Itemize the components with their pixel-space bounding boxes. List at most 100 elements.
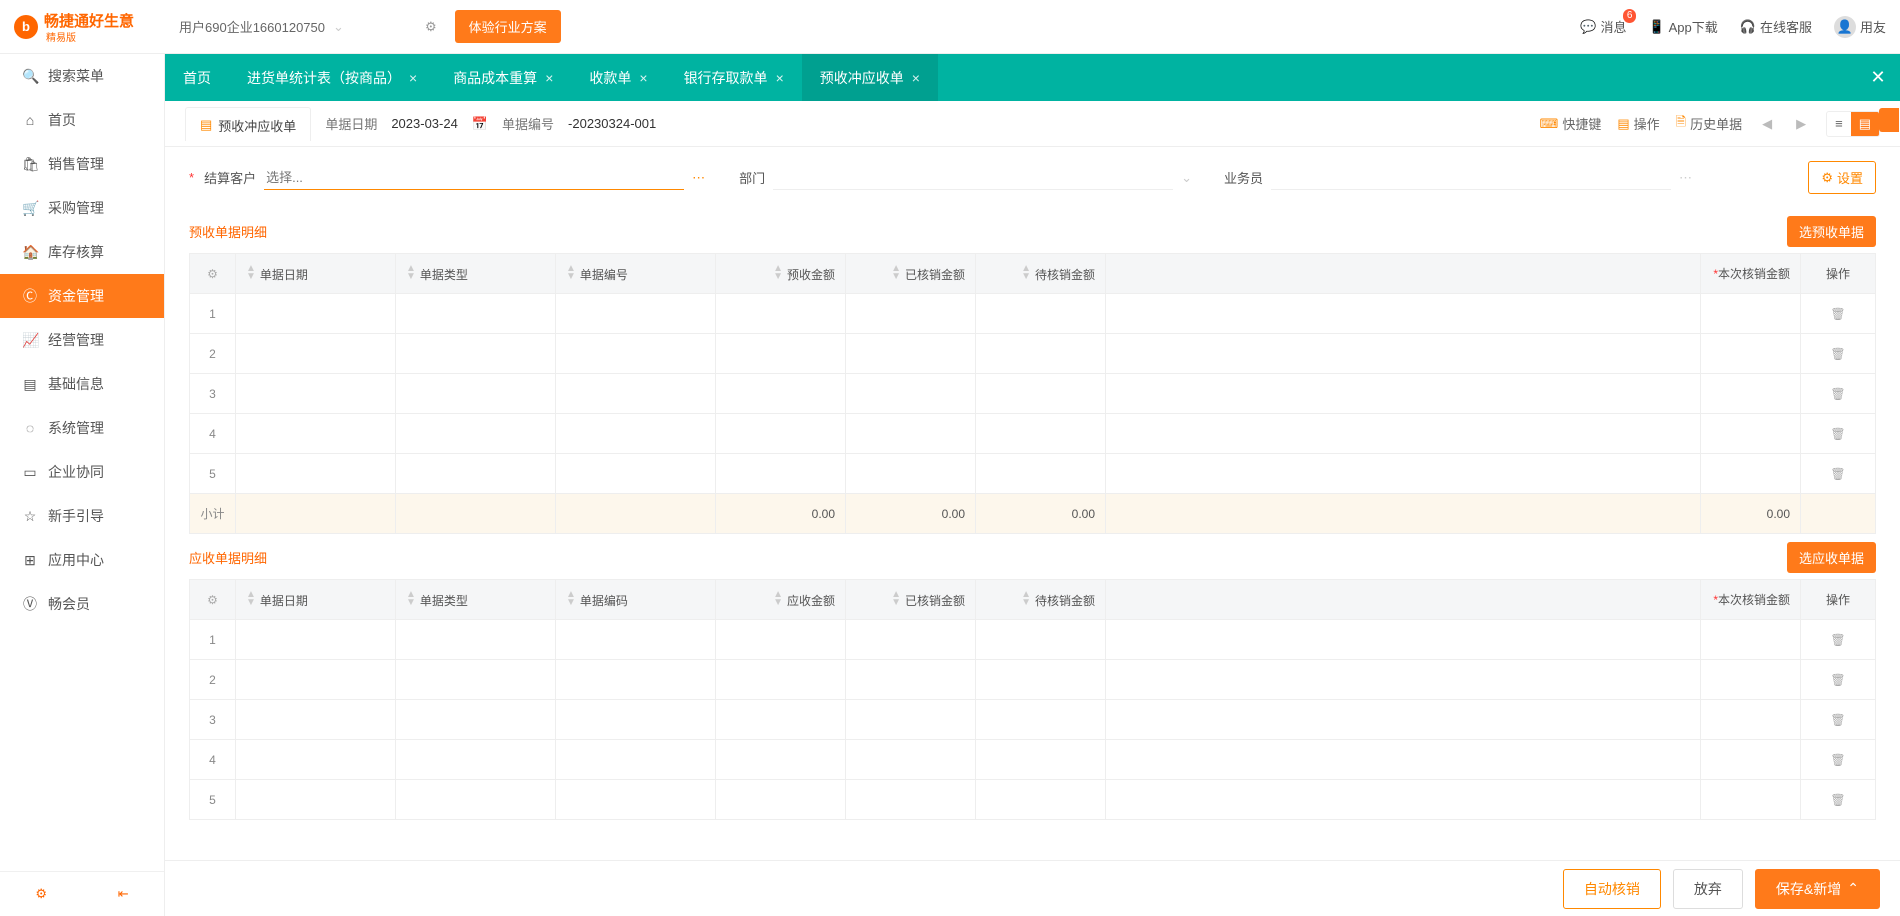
sidebar-item[interactable]: 📈经营管理: [0, 318, 164, 362]
settings-icon[interactable]: ⚙: [35, 886, 47, 902]
sidebar-item[interactable]: Ⓒ资金管理: [0, 274, 164, 318]
sidebar-item[interactable]: 🏠库存核算: [0, 230, 164, 274]
prev-doc[interactable]: ◀: [1758, 116, 1776, 132]
close-icon[interactable]: ×: [545, 70, 553, 86]
customer-picker[interactable]: ⋯: [692, 170, 707, 186]
gear-icon[interactable]: ⚙: [425, 19, 437, 35]
column-header[interactable]: [1106, 254, 1701, 294]
delete-icon[interactable]: 🗑: [1830, 633, 1845, 647]
settings-button[interactable]: ⚙设置: [1808, 161, 1876, 194]
tab[interactable]: 首页: [165, 54, 229, 101]
close-all-tabs[interactable]: ✕: [1856, 54, 1900, 101]
select-receivable-button[interactable]: 选应收单据: [1787, 542, 1876, 573]
close-icon[interactable]: ×: [409, 70, 417, 86]
app-download-link[interactable]: 📱 App下载: [1648, 17, 1717, 36]
sidebar-item-label: 新手引导: [48, 506, 104, 526]
column-header[interactable]: ▲▼单据日期: [236, 254, 396, 294]
sidebar-item[interactable]: ⊞应用中心: [0, 538, 164, 582]
table-row[interactable]: 4🗑: [190, 740, 1876, 780]
column-header[interactable]: ▲▼待核销金额: [976, 254, 1106, 294]
delete-icon[interactable]: 🗑: [1830, 387, 1845, 401]
column-header[interactable]: ▲▼已核销金额: [846, 254, 976, 294]
close-icon[interactable]: ×: [639, 70, 647, 86]
shortcut-link[interactable]: ⌨快捷键: [1540, 114, 1602, 133]
sales-picker[interactable]: ⋯: [1679, 170, 1694, 186]
table-row[interactable]: 5🗑: [190, 780, 1876, 820]
trial-button[interactable]: 体验行业方案: [455, 10, 561, 43]
column-header[interactable]: ▲▼单据类型: [396, 580, 556, 620]
column-header[interactable]: ▲▼单据编号: [556, 254, 716, 294]
customer-service-link[interactable]: 🎧 在线客服: [1740, 17, 1812, 36]
column-header[interactable]: ▲▼待核销金额: [976, 580, 1106, 620]
table-row[interactable]: 2🗑: [190, 660, 1876, 700]
column-header[interactable]: ▲▼已核销金额: [846, 580, 976, 620]
delete-icon[interactable]: 🗑: [1830, 713, 1845, 727]
delete-icon[interactable]: 🗑: [1830, 347, 1845, 361]
gear-icon[interactable]: ⚙: [190, 580, 236, 620]
chevron-down-icon[interactable]: ⌄: [1181, 170, 1192, 186]
user-menu[interactable]: 👤 用友: [1834, 16, 1886, 38]
dept-input[interactable]: [773, 166, 1173, 190]
table-row[interactable]: 5🗑: [190, 454, 1876, 494]
column-header[interactable]: ▲▼单据类型: [396, 254, 556, 294]
company-selector[interactable]: 用户690企业1660120750 ⌄: [179, 17, 419, 36]
rail-button[interactable]: [1879, 108, 1899, 132]
tab-label: 预收冲应收单: [820, 68, 904, 88]
operate-link[interactable]: ▤操作: [1617, 114, 1659, 133]
column-header[interactable]: ▲▼应收金额: [716, 580, 846, 620]
next-doc[interactable]: ▶: [1792, 116, 1810, 132]
delete-icon[interactable]: 🗑: [1830, 467, 1845, 481]
sidebar-item[interactable]: 🛍销售管理: [0, 142, 164, 186]
table-row[interactable]: 1🗑: [190, 294, 1876, 334]
column-header[interactable]: 操作: [1801, 580, 1876, 620]
close-icon[interactable]: ×: [912, 70, 920, 86]
doc-tab[interactable]: ▤ 预收冲应收单: [185, 107, 311, 141]
select-advance-button[interactable]: 选预收单据: [1787, 216, 1876, 247]
sidebar-item[interactable]: ⌂首页: [0, 98, 164, 142]
sidebar-item[interactable]: ◌系统管理: [0, 406, 164, 450]
column-header[interactable]: ▲▼单据编码: [556, 580, 716, 620]
tab[interactable]: 预收冲应收单 ×: [802, 54, 938, 101]
table-row[interactable]: 4🗑: [190, 414, 1876, 454]
calendar-icon[interactable]: 📅: [472, 116, 488, 132]
sidebar-item[interactable]: ☆新手引导: [0, 494, 164, 538]
tab[interactable]: 商品成本重算×: [435, 54, 571, 101]
column-header[interactable]: ▲▼单据日期: [236, 580, 396, 620]
messages-link[interactable]: 💬 消息 6: [1580, 17, 1626, 36]
sidebar-item[interactable]: ▤基础信息: [0, 362, 164, 406]
collapse-icon[interactable]: ⇤: [118, 886, 129, 902]
table-row[interactable]: 3🗑: [190, 700, 1876, 740]
close-icon[interactable]: ×: [776, 70, 784, 86]
tab[interactable]: 收款单×: [571, 54, 665, 101]
discard-button[interactable]: 放弃: [1673, 869, 1743, 909]
delete-icon[interactable]: 🗑: [1830, 753, 1845, 767]
save-new-button[interactable]: 保存&新增⌃: [1755, 869, 1880, 909]
column-header[interactable]: *本次核销金额: [1701, 580, 1801, 620]
sidebar-item[interactable]: ▭企业协同: [0, 450, 164, 494]
gear-icon[interactable]: ⚙: [190, 254, 236, 294]
delete-icon[interactable]: 🗑: [1830, 307, 1845, 321]
column-header[interactable]: [1106, 580, 1701, 620]
table-row[interactable]: 2🗑: [190, 334, 1876, 374]
tab[interactable]: 银行存取款单×: [666, 54, 802, 101]
sidebar-item[interactable]: 🛒采购管理: [0, 186, 164, 230]
column-header[interactable]: *本次核销金额: [1701, 254, 1801, 294]
tab[interactable]: 进货单统计表（按商品）×: [229, 54, 435, 101]
view-card[interactable]: ▤: [1851, 112, 1879, 136]
table-row[interactable]: 3🗑: [190, 374, 1876, 414]
column-header[interactable]: ▲▼预收金额: [716, 254, 846, 294]
sales-input[interactable]: [1271, 166, 1671, 190]
delete-icon[interactable]: 🗑: [1830, 793, 1845, 807]
column-header[interactable]: 操作: [1801, 254, 1876, 294]
view-toggle: ≡ ▤: [1826, 111, 1880, 137]
sidebar-item[interactable]: Ⓥ畅会员: [0, 582, 164, 626]
sidebar-item[interactable]: 🔍搜索菜单: [0, 54, 164, 98]
date-value[interactable]: 2023-03-24: [391, 116, 458, 131]
table-row[interactable]: 1🗑: [190, 620, 1876, 660]
delete-icon[interactable]: 🗑: [1830, 427, 1845, 441]
auto-offset-button[interactable]: 自动核销: [1563, 869, 1661, 909]
view-list[interactable]: ≡: [1827, 112, 1851, 136]
delete-icon[interactable]: 🗑: [1830, 673, 1845, 687]
customer-input[interactable]: [264, 166, 684, 190]
history-link[interactable]: 🗎历史单据: [1676, 113, 1742, 135]
